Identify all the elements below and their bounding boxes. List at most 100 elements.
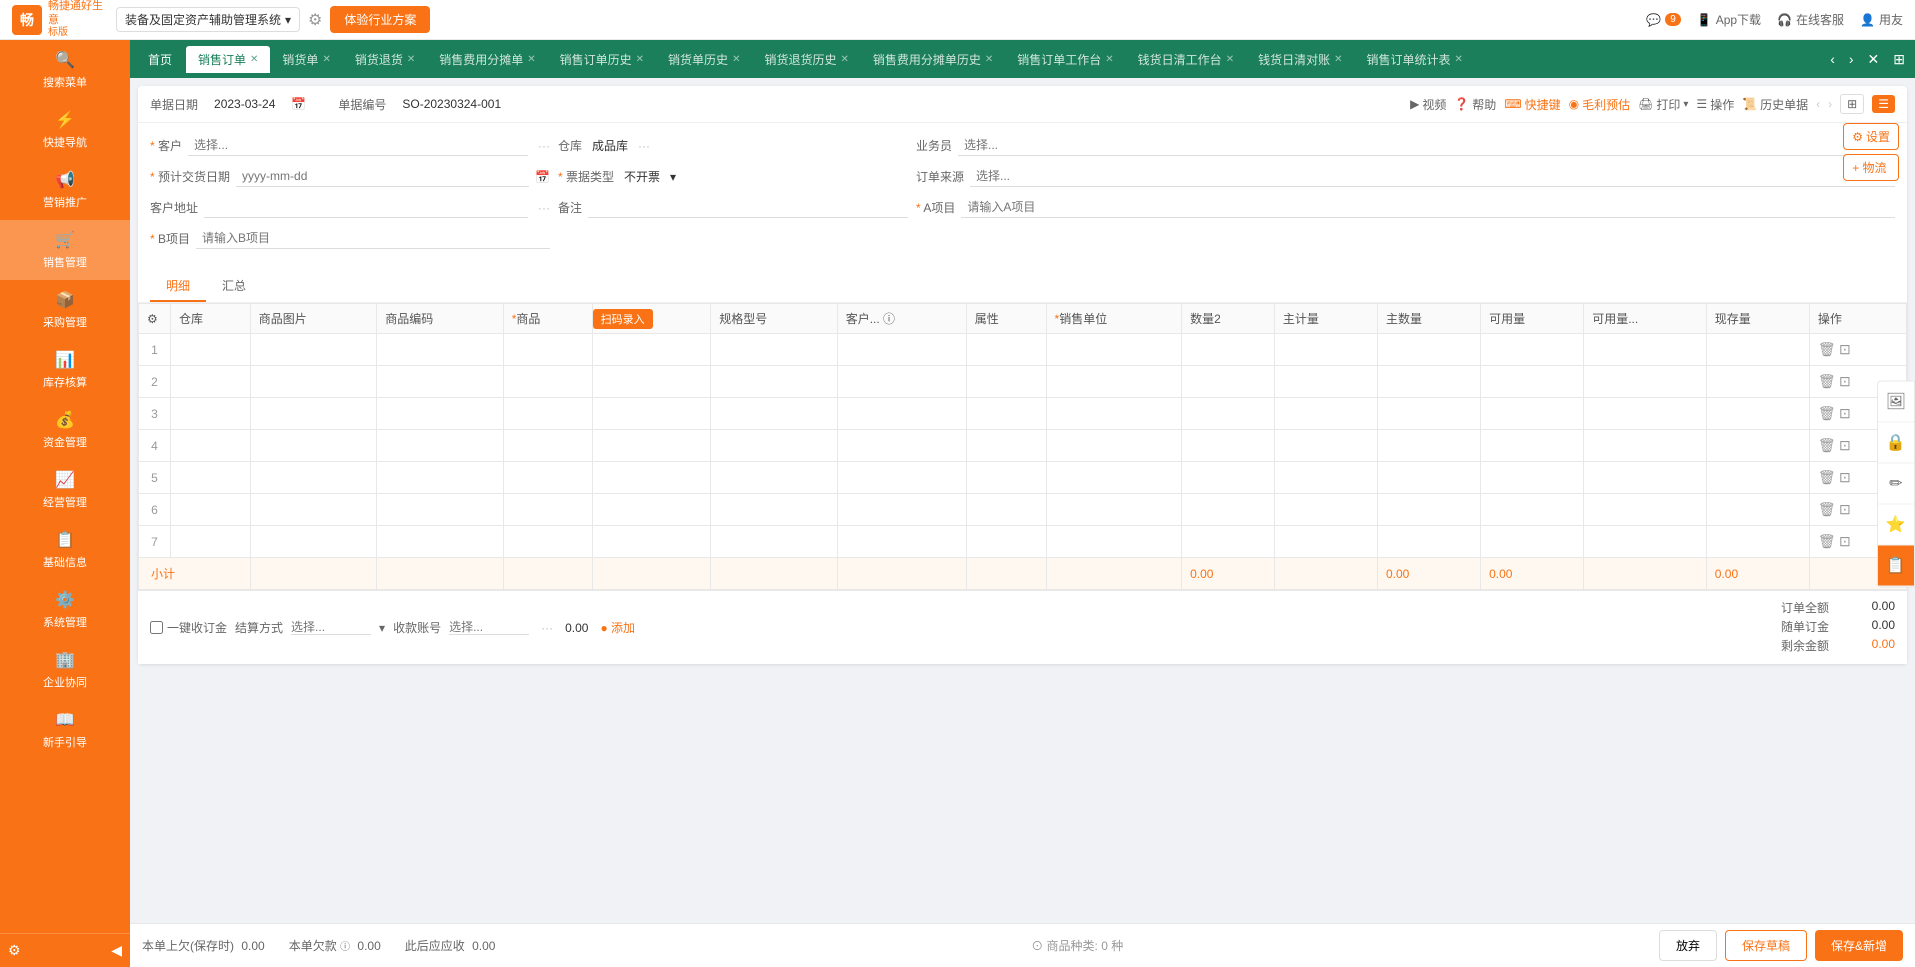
row-1-available-qty[interactable] — [1481, 334, 1584, 366]
address-more-icon[interactable]: ··· — [538, 201, 550, 215]
row-2-copy-btn[interactable]: ⊡ — [1839, 373, 1851, 390]
profit-btn[interactable]: ◉ 毛利预估 — [1569, 96, 1631, 113]
row-2-product[interactable] — [503, 366, 592, 398]
salesperson-input[interactable] — [958, 135, 1895, 156]
row-6-warehouse[interactable] — [171, 494, 251, 526]
tab-sales-order[interactable]: 销售订单 ✕ — [186, 46, 270, 73]
row-3-code[interactable] — [377, 398, 503, 430]
row-1-attribute[interactable] — [966, 334, 1046, 366]
row-1-current-stock[interactable] — [1706, 334, 1809, 366]
col-main-unit[interactable]: 主计量 — [1274, 304, 1377, 334]
row-5-copy-btn[interactable]: ⊡ — [1839, 469, 1851, 486]
sidebar-settings-icon[interactable]: ⚙ — [8, 942, 21, 959]
row-7-main-unit[interactable] — [1274, 526, 1377, 558]
row-2-main-qty[interactable] — [1377, 366, 1480, 398]
row-2-delete-btn[interactable]: 🗑 — [1818, 373, 1836, 390]
row-6-available-qty[interactable] — [1481, 494, 1584, 526]
row-5-sales-unit[interactable] — [1046, 462, 1182, 494]
tab-summary[interactable]: 汇总 — [206, 271, 262, 302]
list-view-btn[interactable]: ☰ — [1872, 95, 1895, 113]
tab-expand-icon[interactable]: ⊞ — [1887, 48, 1911, 71]
row-4-copy-btn[interactable]: ⊡ — [1839, 437, 1851, 454]
col-available-more[interactable]: 可用量... — [1584, 304, 1707, 334]
row-4-available-qty[interactable] — [1481, 430, 1584, 462]
col-scan[interactable]: 扫码录入 — [592, 304, 711, 334]
row-3-main-qty[interactable] — [1377, 398, 1480, 430]
add-logistics-btn[interactable]: + 物流 — [1843, 154, 1899, 181]
row-4-delete-btn[interactable]: 🗑 — [1818, 437, 1836, 454]
history-btn[interactable]: 📜 历史单据 — [1742, 96, 1808, 113]
row-7-spec[interactable] — [711, 526, 837, 558]
col-sales-unit[interactable]: *销售单位 — [1046, 304, 1182, 334]
payment-account-input[interactable] — [449, 620, 529, 635]
sidebar-item-sales[interactable]: 🛒 销售管理 — [0, 220, 130, 280]
row-6-current-stock[interactable] — [1706, 494, 1809, 526]
row-4-spec[interactable] — [711, 430, 837, 462]
row-3-sales-unit[interactable] — [1046, 398, 1182, 430]
row-3-available-qty[interactable] — [1481, 398, 1584, 430]
shortcut-btn[interactable]: ⌨ 快捷键 — [1504, 96, 1560, 113]
payment-method-input[interactable] — [291, 620, 371, 635]
sidebar-item-marketing[interactable]: 📢 营销推广 — [0, 160, 130, 220]
row-2-warehouse[interactable] — [171, 366, 251, 398]
row-1-qty2[interactable] — [1182, 334, 1275, 366]
tab-prev-arrow[interactable]: ‹ — [1824, 48, 1841, 71]
row-7-attribute[interactable] — [966, 526, 1046, 558]
payment-method-chevron[interactable]: ▾ — [379, 621, 385, 635]
row-4-warehouse[interactable] — [171, 430, 251, 462]
row-3-copy-btn[interactable]: ⊡ — [1839, 405, 1851, 422]
row-2-current-stock[interactable] — [1706, 366, 1809, 398]
right-panel-star-icon[interactable]: ⭐ — [1878, 504, 1914, 545]
col-settings[interactable]: ⚙ — [139, 304, 171, 334]
row-5-available-qty[interactable] — [1481, 462, 1584, 494]
customer-input[interactable] — [188, 135, 528, 156]
col-main-qty[interactable]: 主数量 — [1377, 304, 1480, 334]
row-5-customer-code[interactable] — [837, 462, 966, 494]
payment-account-more-icon[interactable]: ··· — [541, 621, 553, 635]
row-6-main-qty[interactable] — [1377, 494, 1480, 526]
row-5-available-more[interactable] — [1584, 462, 1707, 494]
col-product-code[interactable]: 商品编码 — [377, 304, 503, 334]
row-6-customer-code[interactable] — [837, 494, 966, 526]
right-panel-action-icon[interactable]: 📋 — [1878, 545, 1914, 586]
invoice-chevron-icon[interactable]: ▾ — [670, 170, 676, 184]
sidebar-item-base-info[interactable]: 📋 基础信息 — [0, 520, 130, 580]
row-4-current-stock[interactable] — [1706, 430, 1809, 462]
row-4-main-unit[interactable] — [1274, 430, 1377, 462]
sidebar-item-guide[interactable]: 📖 新手引导 — [0, 700, 130, 760]
right-panel-edit-icon[interactable]: ✏ — [1878, 463, 1914, 504]
tab-sales-return[interactable]: 销货退货 ✕ — [343, 46, 427, 73]
tab-sales-bill[interactable]: 销货单 ✕ — [270, 46, 342, 73]
row-6-code[interactable] — [377, 494, 503, 526]
discard-button[interactable]: 放弃 — [1659, 930, 1717, 961]
sidebar-item-inventory[interactable]: 📊 库存核算 — [0, 340, 130, 400]
tab-next-arrow[interactable]: › — [1843, 48, 1860, 71]
row-3-available-more[interactable] — [1584, 398, 1707, 430]
app-download-link[interactable]: 📱 App下载 — [1697, 11, 1761, 28]
sidebar-item-operations[interactable]: 📈 经营管理 — [0, 460, 130, 520]
settings-btn[interactable]: ⚙ 设置 — [1843, 123, 1899, 150]
row-6-sales-unit[interactable] — [1046, 494, 1182, 526]
calendar-icon[interactable]: 📅 — [291, 97, 306, 111]
col-available-qty[interactable]: 可用量 — [1481, 304, 1584, 334]
sidebar-item-quick-nav[interactable]: ⚡ 快捷导航 — [0, 100, 130, 160]
row-5-main-qty[interactable] — [1377, 462, 1480, 494]
row-7-available-more[interactable] — [1584, 526, 1707, 558]
row-7-code[interactable] — [377, 526, 503, 558]
row-7-main-qty[interactable] — [1377, 526, 1480, 558]
row-1-main-qty[interactable] — [1377, 334, 1480, 366]
row-3-qty2[interactable] — [1182, 398, 1275, 430]
tab-credit-daily-clear[interactable]: 钱货日清工作台 ✕ — [1126, 46, 1246, 73]
delivery-date-input[interactable] — [236, 166, 529, 187]
col-product-image[interactable]: 商品图片 — [250, 304, 376, 334]
b-project-input[interactable] — [196, 228, 550, 249]
row-7-customer-code[interactable] — [837, 526, 966, 558]
warehouse-more-icon[interactable]: ··· — [638, 139, 650, 153]
row-3-customer-code[interactable] — [837, 398, 966, 430]
row-1-spec[interactable] — [711, 334, 837, 366]
sidebar-item-finance[interactable]: 💰 资金管理 — [0, 400, 130, 460]
row-5-code[interactable] — [377, 462, 503, 494]
row-1-delete-btn[interactable]: 🗑 — [1818, 341, 1836, 358]
a-project-input[interactable] — [961, 197, 1895, 218]
row-1-customer-code[interactable] — [837, 334, 966, 366]
